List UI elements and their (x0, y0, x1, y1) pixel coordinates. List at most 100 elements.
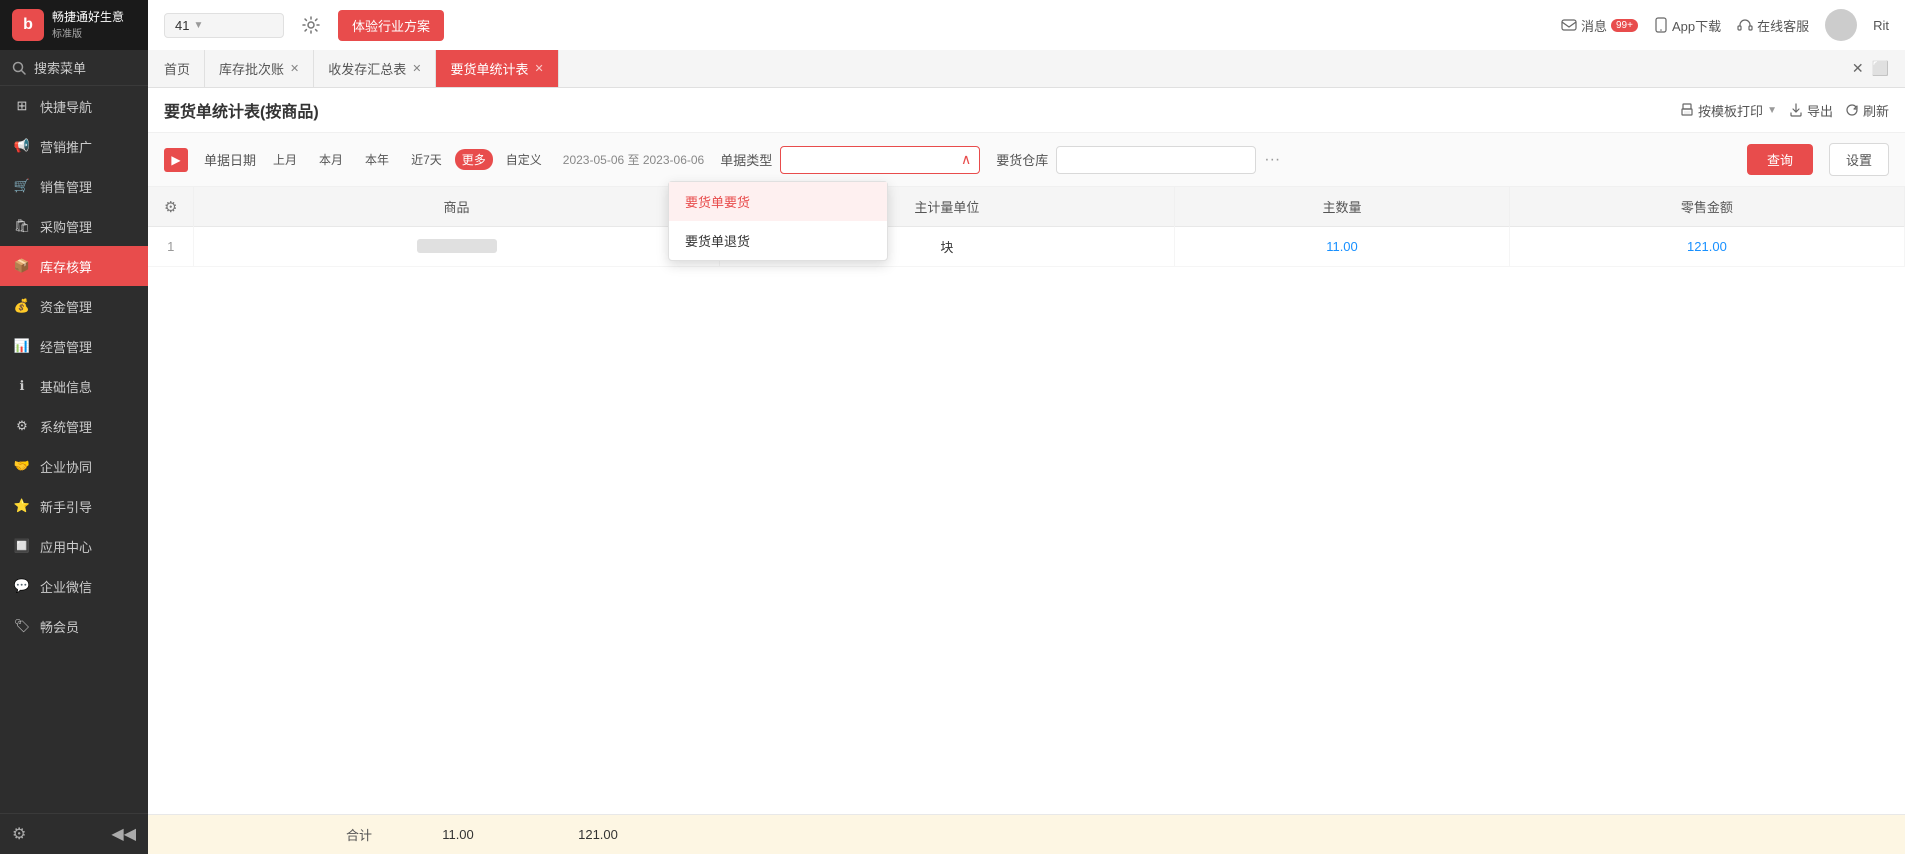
sidebar-item-guide[interactable]: ⭐ 新手引导 (0, 486, 148, 526)
col-settings-header[interactable]: ⚙ (148, 187, 194, 227)
collapse-icon[interactable]: ◀◀ (111, 824, 136, 844)
online-service-action[interactable]: 在线客服 (1737, 16, 1809, 35)
print-icon (1680, 103, 1694, 117)
col-gear-icon[interactable]: ⚙ (164, 199, 177, 216)
filter-expand-btn[interactable]: ▶ (164, 148, 188, 172)
sidebar-bottom: ⚙ ◀◀ (0, 813, 148, 854)
cart-icon: 🛒 (12, 176, 32, 196)
sidebar-item-basic-info[interactable]: ℹ 基础信息 (0, 366, 148, 406)
store-selector[interactable]: 41 ▼ (164, 13, 284, 38)
settings-bottom-icon[interactable]: ⚙ (12, 824, 26, 844)
filter-bar: ▶ 单据日期 上月 本月 本年 近7天 更多 自定义 2023-05-06 至 … (148, 133, 1905, 187)
tab-order-summary[interactable]: 要货单统计表 ✕ (436, 50, 558, 87)
table-row: 1 块 11.00 121.00 (148, 227, 1905, 267)
gear-icon: ⚙ (12, 416, 32, 436)
row-quantity[interactable]: 11.00 (1175, 227, 1510, 267)
settings-button[interactable]: 设置 (1829, 143, 1889, 176)
table-footer: 合计 11.00 121.00 (148, 814, 1905, 854)
app-download-action[interactable]: App下载 (1654, 16, 1721, 35)
tab-receive-summary[interactable]: 收发存汇总表 ✕ (314, 50, 436, 87)
membership-icon: 🏷 (12, 616, 32, 636)
date-range: 2023-05-06 至 2023-06-06 (563, 151, 704, 168)
tab-label: 库存批次账 (219, 59, 284, 78)
main-content: 41 ▼ 体验行业方案 消息 99+ (148, 0, 1905, 854)
gear-settings-icon (302, 16, 320, 34)
sidebar-item-label: 库存核算 (40, 257, 92, 276)
table-container: ⚙ 商品 主计量单位 主数量 零售金额 1 (148, 187, 1905, 814)
sidebar-item-system[interactable]: ⚙ 系统管理 (0, 406, 148, 446)
sidebar-item-label: 系统管理 (40, 417, 92, 436)
sidebar-item-sales[interactable]: 🛒 销售管理 (0, 166, 148, 206)
sidebar-item-inventory[interactable]: 📦 库存核算 (0, 246, 148, 286)
maximize-icon[interactable]: ⬜ (1872, 60, 1889, 77)
search-label: 搜索菜单 (34, 58, 86, 77)
prev-month-chip[interactable]: 上月 (264, 148, 306, 171)
sidebar-item-enterprise-wechat[interactable]: 💬 企业微信 (0, 566, 148, 606)
date-chips: 上月 本月 本年 近7天 更多 自定义 (264, 148, 551, 171)
messages-icon (1561, 17, 1577, 33)
col-product-header: 商品 (194, 187, 719, 227)
bag-icon: 🛍 (12, 216, 32, 236)
sidebar-item-quick-nav[interactable]: ⊞ 快捷导航 (0, 86, 148, 126)
query-button[interactable]: 查询 (1747, 144, 1813, 175)
type-select[interactable]: ∧ (780, 146, 980, 174)
more-dates-chip[interactable]: 更多 (455, 149, 493, 170)
page-actions: 按模板打印 ▼ 导出 刷新 (1680, 101, 1889, 120)
messages-action[interactable]: 消息 99+ (1561, 16, 1638, 35)
headset-icon (1737, 17, 1753, 33)
sidebar-item-purchase[interactable]: 🛍 采购管理 (0, 206, 148, 246)
refresh-btn[interactable]: 刷新 (1845, 101, 1889, 120)
type-filter-group: 单据类型 ∧ (720, 146, 980, 174)
search-icon (12, 61, 26, 75)
row-amount[interactable]: 121.00 (1509, 227, 1904, 267)
type-value (789, 151, 961, 169)
sidebar-item-operations[interactable]: 📊 经营管理 (0, 326, 148, 366)
sidebar-item-finance[interactable]: 💰 资金管理 (0, 286, 148, 326)
col-quantity-header: 主数量 (1175, 187, 1510, 227)
sidebar-item-label: 资金管理 (40, 297, 92, 316)
print-template-btn[interactable]: 按模板打印 ▼ (1680, 101, 1777, 120)
header-right: 消息 99+ App下载 在线客服 Rit (1561, 9, 1889, 41)
sidebar-item-marketing[interactable]: 📢 营销推广 (0, 126, 148, 166)
sidebar-item-label: 快捷导航 (40, 97, 92, 116)
store-number: 41 (175, 18, 189, 33)
footer-label: 合计 (188, 825, 388, 844)
dropdown-item-order-goods[interactable]: 要货单要货 (669, 182, 887, 221)
user-avatar[interactable] (1825, 9, 1857, 41)
phone-icon (1654, 17, 1668, 33)
sidebar-item-app-center[interactable]: 🔲 应用中心 (0, 526, 148, 566)
footer-values: 11.00 121.00 (388, 827, 1905, 842)
tabs-bar: 首页 库存批次账 ✕ 收发存汇总表 ✕ 要货单统计表 ✕ ✕ ⬜ (148, 50, 1905, 88)
search-menu[interactable]: 搜索菜单 (0, 50, 148, 86)
tab-home[interactable]: 首页 (164, 50, 205, 87)
this-year-chip[interactable]: 本年 (356, 148, 398, 171)
chart-icon: 📊 (12, 336, 32, 356)
warehouse-select[interactable] (1056, 146, 1256, 174)
handshake-icon: 🤝 (12, 456, 32, 476)
last-7-days-chip[interactable]: 近7天 (402, 148, 451, 171)
tab-close-icon[interactable]: ✕ (290, 62, 299, 75)
sidebar-item-label: 畅会员 (40, 617, 79, 636)
sidebar-item-label: 采购管理 (40, 217, 92, 236)
dropdown-item-order-return[interactable]: 要货单退货 (669, 221, 887, 260)
custom-chip[interactable]: 自定义 (497, 148, 551, 171)
header-left: 41 ▼ 体验行业方案 (164, 10, 1561, 41)
close-tab-icon[interactable]: ✕ (1852, 60, 1864, 77)
this-month-chip[interactable]: 本月 (310, 148, 352, 171)
sidebar-item-cooperation[interactable]: 🤝 企业协同 (0, 446, 148, 486)
tab-close-icon[interactable]: ✕ (535, 62, 544, 75)
tab-inventory-batch[interactable]: 库存批次账 ✕ (205, 50, 314, 87)
page-title: 要货单统计表(按商品) (164, 98, 319, 122)
export-btn[interactable]: 导出 (1789, 101, 1833, 120)
sidebar-item-label: 应用中心 (40, 537, 92, 556)
type-dropdown-arrow[interactable]: ∧ (961, 151, 971, 168)
sidebar-item-label: 企业微信 (40, 577, 92, 596)
more-options-icon[interactable]: ··· (1264, 151, 1280, 169)
star-icon: ⭐ (12, 496, 32, 516)
messages-badge: 99+ (1611, 19, 1638, 32)
trial-button[interactable]: 体验行业方案 (338, 10, 444, 41)
tab-close-icon[interactable]: ✕ (412, 62, 421, 75)
table-body: 1 块 11.00 121.00 (148, 227, 1905, 267)
header-settings-icon[interactable] (296, 10, 326, 40)
sidebar-item-membership[interactable]: 🏷 畅会员 (0, 606, 148, 646)
